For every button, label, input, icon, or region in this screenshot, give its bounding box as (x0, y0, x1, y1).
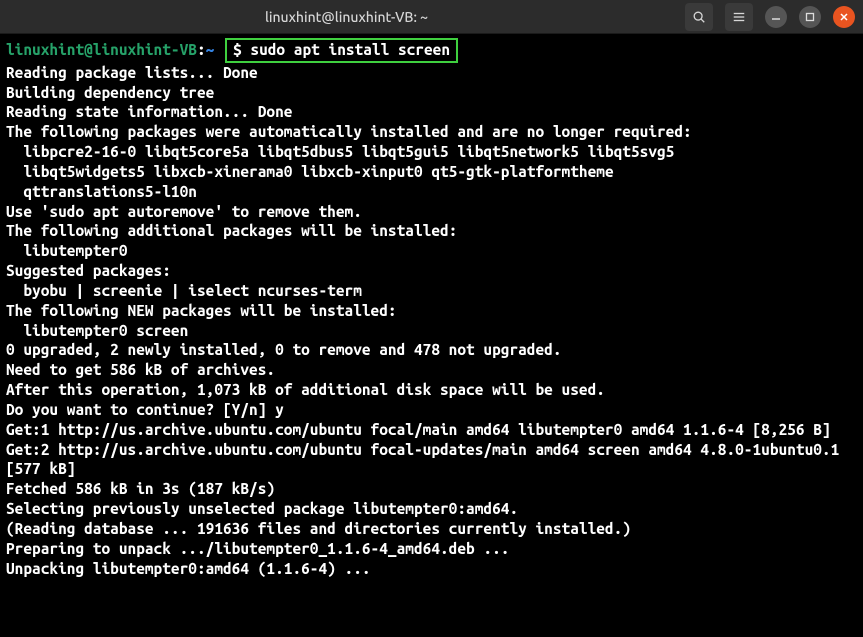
maximize-button[interactable] (799, 6, 821, 28)
output-line: The following NEW packages will be insta… (6, 301, 857, 321)
minimize-icon (771, 12, 781, 22)
terminal-lines: Reading package lists... DoneBuilding de… (6, 63, 857, 579)
window-titlebar: linuxhint@linuxhint-VB: ~ (0, 0, 863, 34)
output-line: (Reading database ... 191636 files and d… (6, 519, 857, 539)
output-line: byobu | screenie | iselect ncurses-term (6, 281, 857, 301)
output-line: The following additional packages will b… (6, 221, 857, 241)
output-line: libutempter0 (6, 241, 857, 261)
output-line: Use 'sudo apt autoremove' to remove them… (6, 202, 857, 222)
output-line: The following packages were automaticall… (6, 122, 857, 142)
hamburger-icon (732, 10, 746, 24)
terminal-output[interactable]: linuxhint@linuxhint-VB:~ $ sudo apt inst… (0, 34, 863, 582)
output-line: Suggested packages: (6, 261, 857, 281)
output-line: Fetched 586 kB in 3s (187 kB/s) (6, 479, 857, 499)
output-line: Preparing to unpack .../libutempter0_1.1… (6, 539, 857, 559)
minimize-button[interactable] (765, 6, 787, 28)
output-line: Need to get 586 kB of archives. (6, 360, 857, 380)
output-line: 0 upgraded, 2 newly installed, 0 to remo… (6, 340, 857, 360)
window-title: linuxhint@linuxhint-VB: ~ (8, 9, 685, 25)
output-line: After this operation, 1,073 kB of additi… (6, 380, 857, 400)
menu-button[interactable] (725, 3, 753, 31)
close-button[interactable] (833, 6, 855, 28)
prompt-colon: : (197, 41, 206, 58)
output-line: Reading state information... Done (6, 102, 857, 122)
command-highlight: $ sudo apt install screen (225, 38, 458, 63)
maximize-icon (805, 12, 815, 22)
titlebar-controls (685, 3, 855, 31)
command-text: $ sudo apt install screen (233, 41, 450, 58)
output-line: Get:2 http://us.archive.ubuntu.com/ubunt… (6, 440, 857, 480)
output-line: libqt5widgets5 libxcb-xinerama0 libxcb-x… (6, 162, 857, 182)
output-line: Do you want to continue? [Y/n] y (6, 400, 857, 420)
output-line: Selecting previously unselected package … (6, 499, 857, 519)
prompt-path: ~ (206, 41, 215, 58)
output-line: Get:1 http://us.archive.ubuntu.com/ubunt… (6, 420, 857, 440)
output-line: qttranslations5-l10n (6, 182, 857, 202)
output-line: libpcre2-16-0 libqt5core5a libqt5dbus5 l… (6, 142, 857, 162)
close-icon (839, 12, 849, 22)
search-icon (692, 10, 706, 24)
output-line: Building dependency tree (6, 83, 857, 103)
output-line: libutempter0 screen (6, 321, 857, 341)
search-button[interactable] (685, 3, 713, 31)
output-line: Reading package lists... Done (6, 63, 857, 83)
output-line: Unpacking libutempter0:amd64 (1.1.6-4) .… (6, 559, 857, 579)
prompt-user: linuxhint@linuxhint-VB (6, 41, 197, 58)
